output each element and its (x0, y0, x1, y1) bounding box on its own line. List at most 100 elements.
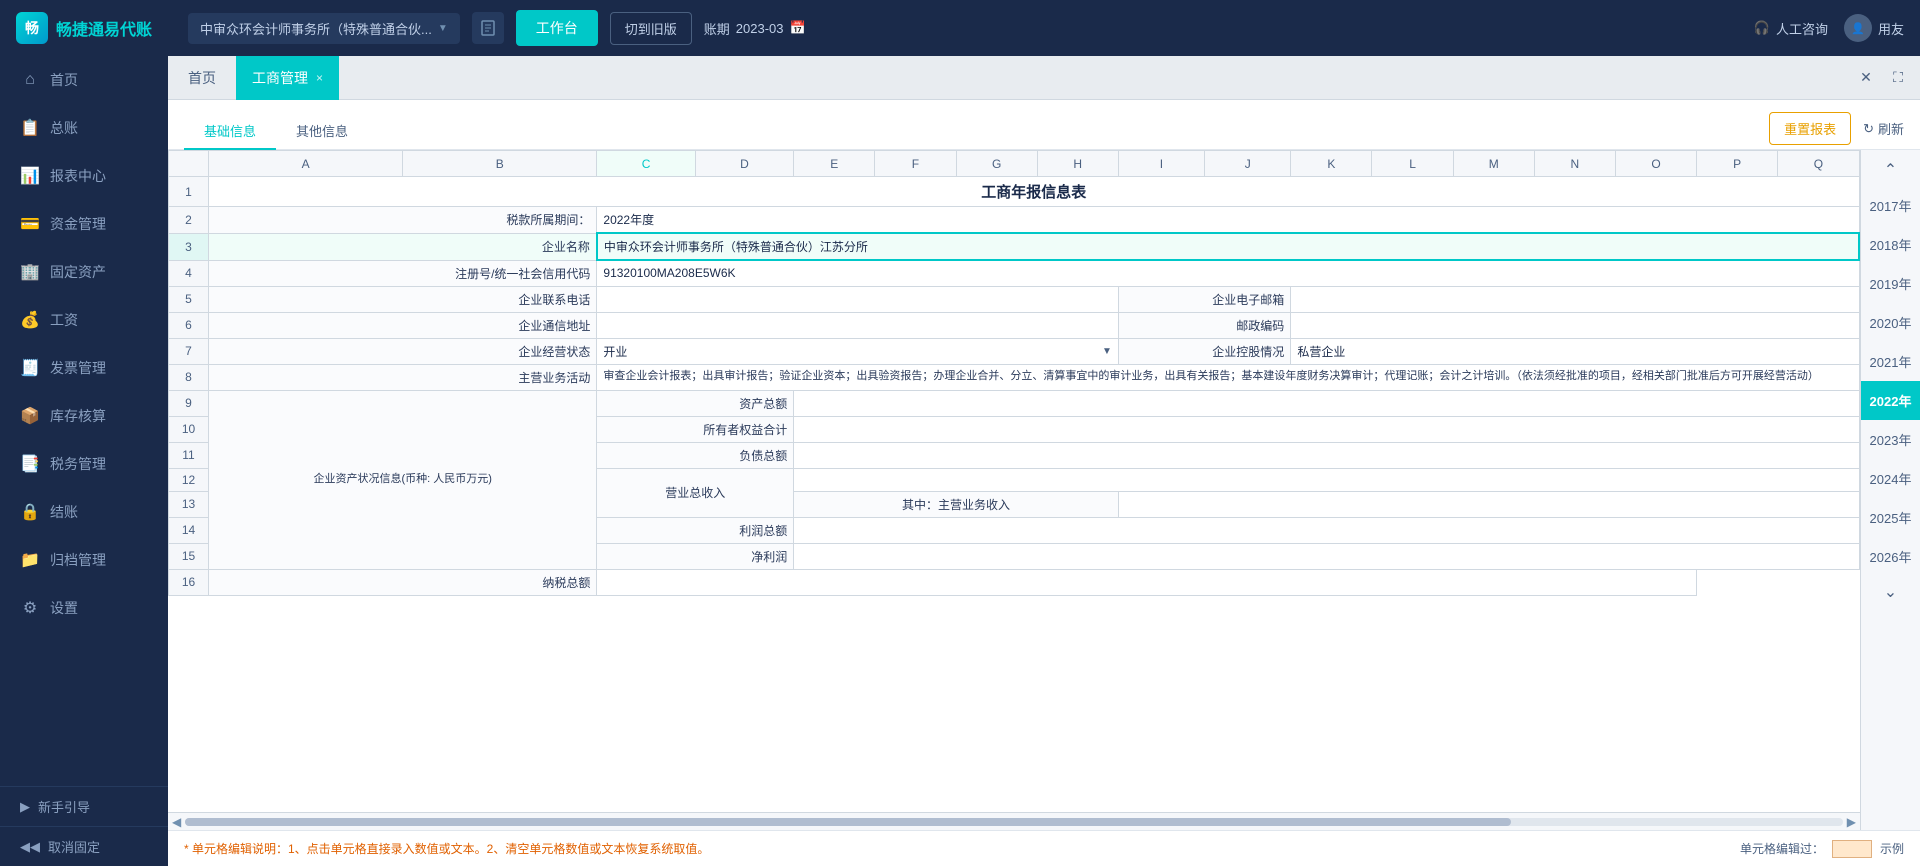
sidebar-item-inventory[interactable]: 📦 库存核算 (0, 392, 168, 440)
col-header-j: J (1205, 151, 1291, 177)
unpin[interactable]: ◀◀ 取消固定 (0, 826, 168, 866)
subtab-other[interactable]: 其他信息 (276, 113, 368, 150)
status-label-cell: 企业经营状态 (209, 338, 597, 364)
regnum-value-cell[interactable]: 91320100MA208E5W6K (597, 260, 1859, 286)
sidebar-item-salary[interactable]: 💰 工资 (0, 296, 168, 344)
year-2018[interactable]: 2018年 (1861, 225, 1920, 264)
year-2022[interactable]: 2022年 (1861, 381, 1920, 420)
year-2017[interactable]: 2017年 (1861, 186, 1920, 225)
expand-button[interactable]: ⛶ (1884, 64, 1912, 92)
address-value-cell[interactable] (597, 312, 1118, 338)
scroll-track[interactable] (185, 818, 1843, 826)
year-2019[interactable]: 2019年 (1861, 264, 1920, 303)
year-2023[interactable]: 2023年 (1861, 420, 1920, 459)
headset-icon: 🎧 (1754, 20, 1770, 36)
asset-icon: 🏢 (20, 262, 40, 282)
ai-consult[interactable]: 🎧 人工咨询 (1754, 19, 1828, 38)
reset-report-button[interactable]: 重置报表 (1769, 112, 1851, 145)
horizontal-scrollbar[interactable]: ◀ ▶ (168, 812, 1860, 830)
sidebar-item-settings[interactable]: ⚙ 设置 (0, 584, 168, 632)
scroll-thumb[interactable] (185, 818, 1511, 826)
tab-active[interactable]: 工商管理 × (236, 56, 339, 100)
table-row: 5 企业联系电话 企业电子邮箱 (169, 286, 1860, 312)
tab-close-icon[interactable]: × (316, 71, 323, 85)
business-value-cell[interactable]: 审查企业会计报表；出具审计报告；验证企业资本；出具验资报告；办理企业合并、分立、… (597, 364, 1859, 390)
sidebar-item-ledger[interactable]: 📋 总账 (0, 104, 168, 152)
liabilities-value[interactable] (794, 442, 1859, 468)
sidebar-item-tax[interactable]: 📑 税务管理 (0, 440, 168, 488)
fund-icon: 💳 (20, 214, 40, 234)
spreadsheet-container[interactable]: A B C D E F G H I J K L (168, 150, 1860, 812)
year-scroll-up-icon[interactable]: ⌃ (1884, 154, 1897, 186)
row-number: 13 (169, 491, 209, 517)
year-2021[interactable]: 2021年 (1861, 342, 1920, 381)
row-number: 2 (169, 207, 209, 234)
footer-note: * 单元格编辑说明：1、点击单元格直接录入数值或文本。2、清空单元格数值或文本恢… (184, 840, 709, 857)
new-guide[interactable]: ▶ 新手引导 (0, 786, 168, 826)
year-2025[interactable]: 2025年 (1861, 498, 1920, 537)
new-guide-label: 新手引导 (38, 797, 90, 816)
net-profit-value[interactable] (794, 543, 1859, 569)
total-assets-value[interactable] (794, 390, 1859, 416)
sidebar-item-asset[interactable]: 🏢 固定资产 (0, 248, 168, 296)
revenue-label: 营业总收入 (597, 468, 794, 517)
table-row: 3 企业名称 中审众环会计师事务所（特殊普通合伙）江苏分所 (169, 233, 1860, 260)
year-2024[interactable]: 2024年 (1861, 459, 1920, 498)
scroll-left-icon[interactable]: ◀ (172, 815, 181, 829)
tax-icon: 📑 (20, 454, 40, 474)
period-label: 账期 (704, 19, 730, 38)
sidebar-item-home[interactable]: ⌂ 首页 (0, 56, 168, 104)
company-selector[interactable]: 中审众环会计师事务所（特殊普通合伙... ▼ (188, 13, 460, 44)
tab-home[interactable]: 首页 (168, 56, 236, 100)
year-2026[interactable]: 2026年 (1861, 537, 1920, 576)
email-value-cell[interactable] (1291, 286, 1859, 312)
col-header-o: O (1615, 151, 1696, 177)
unpin-label: 取消固定 (48, 837, 100, 856)
status-value-cell[interactable]: 开业 ▼ (597, 338, 1118, 364)
close-button[interactable]: ✕ (1852, 64, 1880, 92)
col-header-k: K (1291, 151, 1372, 177)
period-value: 2023-03 (736, 21, 784, 36)
refresh-icon: ↻ (1863, 121, 1874, 137)
equity-value[interactable] (794, 416, 1859, 442)
sidebar-item-close[interactable]: 🔒 结账 (0, 488, 168, 536)
sidebar-item-label: 首页 (50, 70, 78, 90)
year-2020[interactable]: 2020年 (1861, 303, 1920, 342)
company-name-cell[interactable]: 中审众环会计师事务所（特殊普通合伙）江苏分所 (597, 233, 1859, 260)
calendar-icon[interactable]: 📅 (790, 20, 806, 36)
sidebar-item-label: 结账 (50, 502, 78, 522)
year-scroll-down-icon[interactable]: ⌄ (1884, 576, 1897, 608)
guide-icon: ▶ (20, 799, 30, 815)
table-row: 7 企业经营状态 开业 ▼ 企业控股情况 私营企业 (169, 338, 1860, 364)
sidebar-item-invoice[interactable]: 🧾 发票管理 (0, 344, 168, 392)
sidebar-item-report[interactable]: 📊 报表中心 (0, 152, 168, 200)
sidebar-item-archive[interactable]: 📁 归档管理 (0, 536, 168, 584)
logo-text: 畅捷通易代账 (56, 16, 152, 40)
example-cell (1832, 840, 1872, 858)
main-revenue-value[interactable] (1118, 491, 1859, 517)
tabbar: 首页 工商管理 × ✕ ⛶ (168, 56, 1920, 100)
sidebar-item-fund[interactable]: 💳 资金管理 (0, 200, 168, 248)
scroll-right-icon[interactable]: ▶ (1847, 815, 1856, 829)
dropdown-arrow-icon: ▼ (1102, 346, 1112, 357)
switch-version-button[interactable]: 切到旧版 (610, 12, 692, 45)
year-panel: ⌃ 2017年 2018年 2019年 2020年 2021年 2022年 20… (1860, 150, 1920, 830)
revenue-value[interactable] (794, 468, 1859, 491)
logo-area: 畅 畅捷通易代账 (16, 12, 176, 44)
profit-value[interactable] (794, 517, 1859, 543)
phone-value-cell[interactable] (597, 286, 1118, 312)
user-area[interactable]: 👤 用友 (1844, 14, 1904, 42)
postcode-value-cell[interactable] (1291, 312, 1859, 338)
edit-label: 单元格编辑过： (1740, 840, 1824, 857)
period-value-cell[interactable]: 2022年度 (597, 207, 1859, 234)
total-assets-label: 资产总额 (597, 390, 794, 416)
document-icon[interactable] (472, 12, 504, 44)
holding-value-cell[interactable]: 私营企业 (1291, 338, 1859, 364)
subtab-basic[interactable]: 基础信息 (184, 113, 276, 150)
invoice-icon: 🧾 (20, 358, 40, 378)
archive-icon: 📁 (20, 550, 40, 570)
workbench-button[interactable]: 工作台 (516, 10, 598, 46)
refresh-button[interactable]: ↻ 刷新 (1863, 119, 1904, 138)
avatar: 👤 (1844, 14, 1872, 42)
tax-total-value[interactable] (597, 569, 1697, 595)
